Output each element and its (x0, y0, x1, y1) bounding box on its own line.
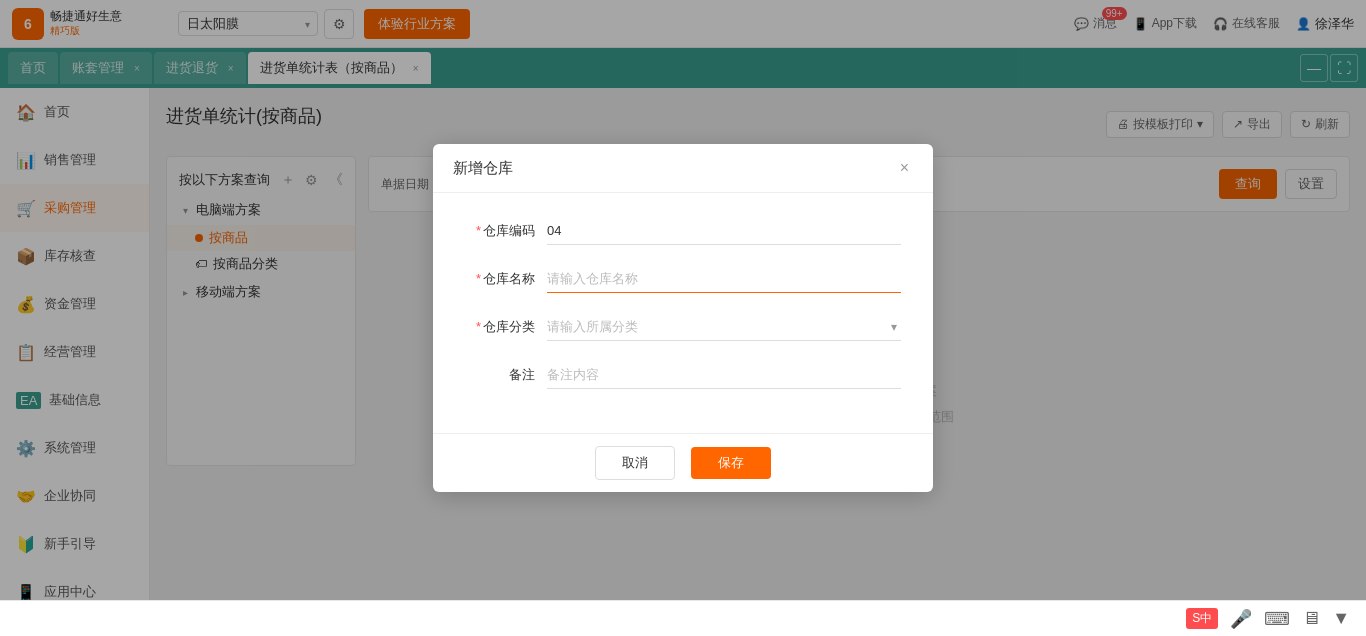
form-row-note: 备注 (465, 361, 901, 389)
mic-icon[interactable]: 🎤 (1230, 608, 1252, 630)
modal-close-button[interactable]: × (896, 158, 913, 178)
form-row-code: 仓库编码 (465, 217, 901, 245)
category-input[interactable] (547, 313, 901, 341)
bottom-bar: S中 🎤 ⌨ 🖥 ▼ (0, 600, 1366, 636)
save-button[interactable]: 保存 (691, 447, 771, 479)
modal-footer: 取消 保存 (433, 433, 933, 492)
cancel-button[interactable]: 取消 (595, 446, 675, 480)
chevron-down-icon[interactable]: ▼ (1332, 608, 1350, 629)
keyboard-icon[interactable]: ⌨ (1264, 608, 1290, 630)
note-label: 备注 (465, 366, 535, 384)
add-warehouse-modal: 新增仓库 × 仓库编码 仓库名称 仓库分类 ▾ (433, 144, 933, 492)
screen-icon[interactable]: 🖥 (1302, 608, 1320, 629)
modal-body: 仓库编码 仓库名称 仓库分类 ▾ 备注 (433, 193, 933, 433)
modal-header: 新增仓库 × (433, 144, 933, 193)
category-select-wrap: ▾ (547, 313, 901, 341)
s-middle-icon[interactable]: S中 (1186, 608, 1218, 629)
name-label: 仓库名称 (465, 270, 535, 288)
modal-overlay: 新增仓库 × 仓库编码 仓库名称 仓库分类 ▾ (0, 0, 1366, 636)
modal-title: 新增仓库 (453, 159, 513, 178)
name-input[interactable] (547, 265, 901, 293)
code-label: 仓库编码 (465, 222, 535, 240)
form-row-name: 仓库名称 (465, 265, 901, 293)
category-label: 仓库分类 (465, 318, 535, 336)
note-input[interactable] (547, 361, 901, 389)
code-input[interactable] (547, 217, 901, 245)
form-row-category: 仓库分类 ▾ (465, 313, 901, 341)
